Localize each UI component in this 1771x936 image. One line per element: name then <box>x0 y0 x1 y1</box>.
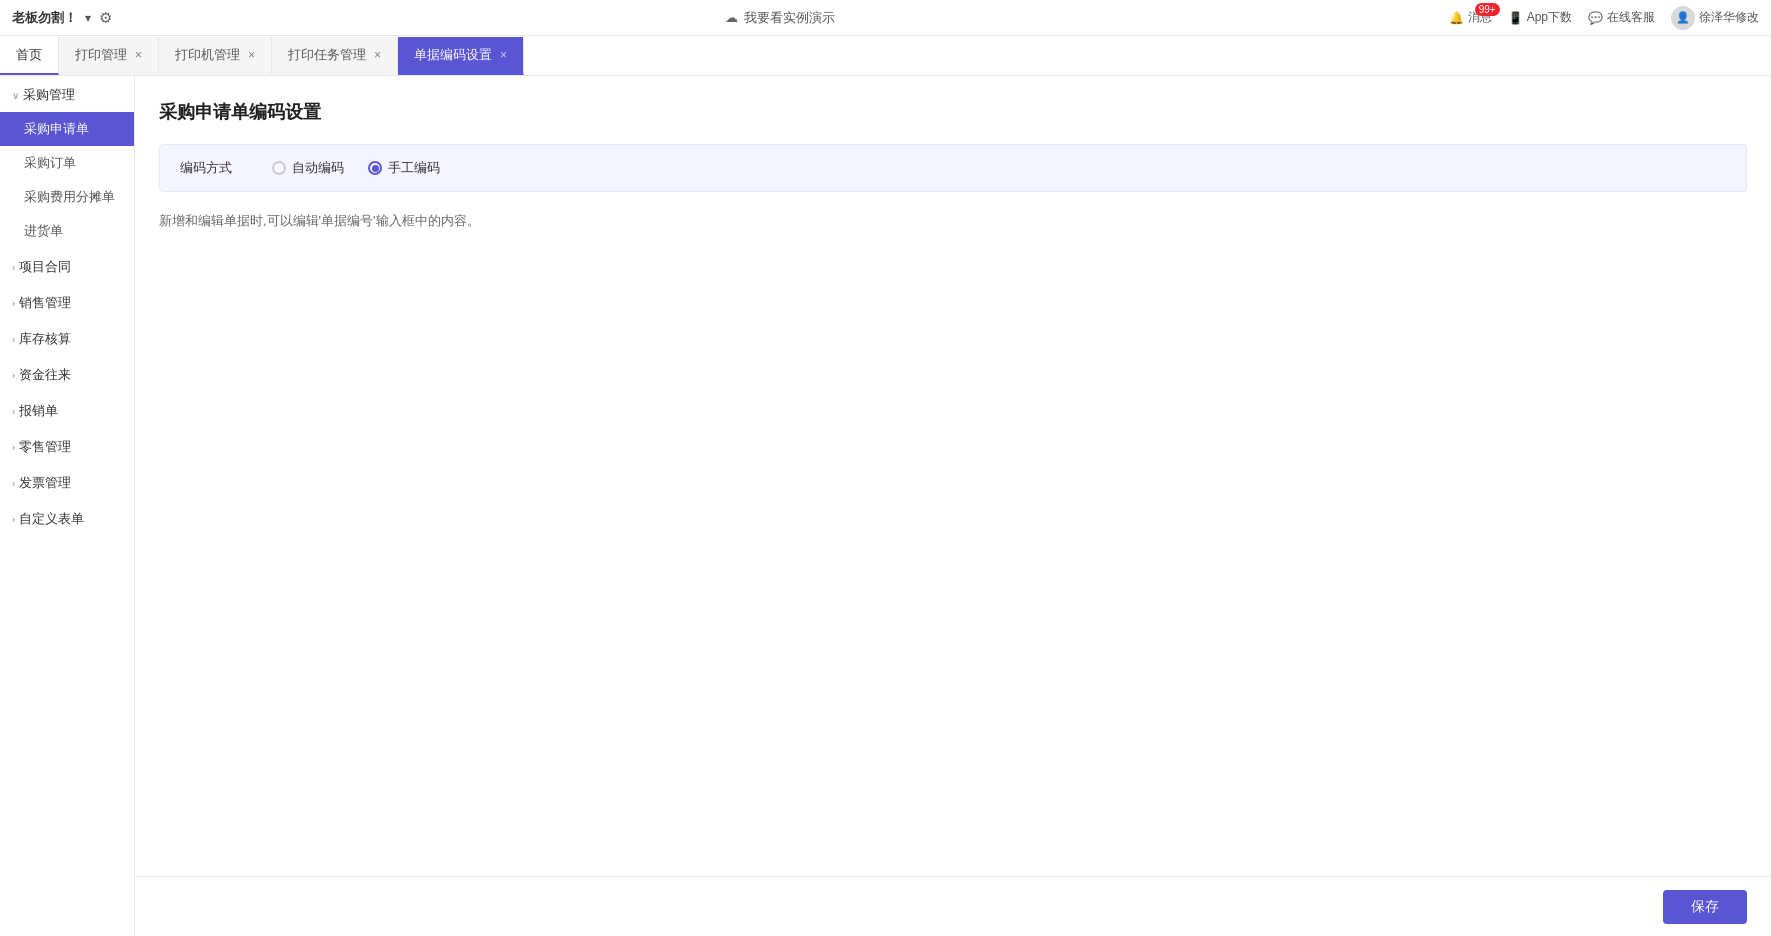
tab-print-task[interactable]: 打印任务管理 × <box>272 37 398 75</box>
tab-home[interactable]: 首页 <box>0 37 59 75</box>
arrow-icon-purchase-mgmt: ∨ <box>12 90 19 101</box>
encoding-section: 编码方式 自动编码 手工编码 <box>159 144 1747 192</box>
arrow-icon-fund-flow: › <box>12 370 15 381</box>
online-service-btn[interactable]: 💬 在线客服 <box>1588 9 1655 26</box>
sidebar-group-label-refund: 报销单 <box>19 402 58 420</box>
user-name: 徐泽华修改 <box>1699 9 1759 26</box>
sidebar-group-label-invoice-mgmt: 发票管理 <box>19 474 71 492</box>
sidebar-item-purchase-order[interactable]: 采购订单 <box>0 146 134 180</box>
sidebar-group-label-custom-form: 自定义表单 <box>19 510 84 528</box>
dropdown-arrow: ▾ <box>85 11 91 25</box>
sidebar-item-stock-in[interactable]: 进货单 <box>0 214 134 248</box>
arrow-icon-custom-form: › <box>12 514 15 525</box>
tab-close-print-mgmt[interactable]: × <box>135 48 142 62</box>
sidebar-group-label-inventory-calc: 库存核算 <box>19 330 71 348</box>
tab-close-print-task[interactable]: × <box>374 48 381 62</box>
top-bar: 老板勿割！ ▾ ⚙ ☁ 我要看实例演示 🔔 消息 99+ 📱 App下数 💬 在… <box>0 0 1771 36</box>
sidebar-group-custom-form: › 自定义表单 <box>0 500 134 536</box>
sidebar-group-header-sales-mgmt[interactable]: › 销售管理 <box>0 284 134 320</box>
tab-printer-mgmt[interactable]: 打印机管理 × <box>159 37 272 75</box>
tab-label-home: 首页 <box>16 46 42 64</box>
main-layout: ∨采购管理采购申请单采购订单采购费用分摊单进货单›项目合同›销售管理›库存核算›… <box>0 76 1771 936</box>
arrow-icon-invoice-mgmt: › <box>12 478 15 489</box>
manual-code-radio-circle <box>368 161 382 175</box>
sidebar-item-purchase-request[interactable]: 采购申请单 <box>0 112 134 146</box>
sidebar-group-sales-mgmt: › 销售管理 <box>0 284 134 320</box>
sidebar-group-label-purchase-mgmt: 采购管理 <box>23 86 75 104</box>
page-title: 采购申请单编码设置 <box>159 100 1747 124</box>
top-bar-right: 🔔 消息 99+ 📱 App下数 💬 在线客服 👤 徐泽华修改 <box>1449 6 1759 30</box>
sidebar-group-label-sales-mgmt: 销售管理 <box>19 294 71 312</box>
tab-label-voucher-code: 单据编码设置 <box>414 46 492 64</box>
sidebar: ∨采购管理采购申请单采购订单采购费用分摊单进货单›项目合同›销售管理›库存核算›… <box>0 76 135 936</box>
dropdown-toggle[interactable]: ▾ <box>85 11 91 25</box>
sidebar-group-label-project-contract: 项目合同 <box>19 258 71 276</box>
auto-code-label: 自动编码 <box>292 159 344 177</box>
hint-text: 新增和编辑单据时,可以编辑'单据编号'输入框中的内容。 <box>159 212 1747 230</box>
logo: 老板勿割！ <box>12 9 77 27</box>
content-inner: 采购申请单编码设置 编码方式 自动编码 手工编码 新增和编辑单据时,可以编辑'单… <box>135 76 1771 876</box>
content-area: 采购申请单编码设置 编码方式 自动编码 手工编码 新增和编辑单据时,可以编辑'单… <box>135 76 1771 936</box>
sidebar-group-fund-flow: › 资金往来 <box>0 356 134 392</box>
service-icon: 💬 <box>1588 11 1603 25</box>
sidebar-item-purchase-expense[interactable]: 采购费用分摊单 <box>0 180 134 214</box>
tab-bar: 首页 打印管理 × 打印机管理 × 打印任务管理 × 单据编码设置 × <box>0 36 1771 76</box>
sidebar-group-label-retail-mgmt: 零售管理 <box>19 438 71 456</box>
sidebar-group-inventory-calc: › 库存核算 <box>0 320 134 356</box>
manual-code-label: 手工编码 <box>388 159 440 177</box>
cloud-icon: ☁ <box>725 10 738 25</box>
sidebar-group-purchase-mgmt: ∨ 采购管理采购申请单采购订单采购费用分摊单进货单 <box>0 76 134 248</box>
tab-label-print-mgmt: 打印管理 <box>75 46 127 64</box>
arrow-icon-sales-mgmt: › <box>12 298 15 309</box>
arrow-icon-project-contract: › <box>12 262 15 273</box>
top-bar-left: 老板勿割！ ▾ ⚙ <box>12 9 112 27</box>
sidebar-group-header-refund[interactable]: › 报销单 <box>0 392 134 428</box>
arrow-icon-refund: › <box>12 406 15 417</box>
sidebar-group-header-retail-mgmt[interactable]: › 零售管理 <box>0 428 134 464</box>
user-avatar-btn[interactable]: 👤 徐泽华修改 <box>1671 6 1759 30</box>
tab-close-printer-mgmt[interactable]: × <box>248 48 255 62</box>
auto-code-radio[interactable]: 自动编码 <box>272 159 344 177</box>
tab-label-print-task: 打印任务管理 <box>288 46 366 64</box>
sidebar-group-header-project-contract[interactable]: › 项目合同 <box>0 248 134 284</box>
radio-group: 自动编码 手工编码 <box>272 159 440 177</box>
encoding-label: 编码方式 <box>180 159 232 177</box>
tab-print-mgmt[interactable]: 打印管理 × <box>59 37 159 75</box>
app-label: App下数 <box>1527 9 1572 26</box>
manual-code-radio[interactable]: 手工编码 <box>368 159 440 177</box>
message-badge: 99+ <box>1475 3 1500 16</box>
service-label: 在线客服 <box>1607 9 1655 26</box>
bell-icon: 🔔 <box>1449 11 1464 25</box>
settings-icon[interactable]: ⚙ <box>99 9 112 27</box>
arrow-icon-retail-mgmt: › <box>12 442 15 453</box>
sidebar-group-retail-mgmt: › 零售管理 <box>0 428 134 464</box>
phone-icon: 📱 <box>1508 11 1523 25</box>
sidebar-group-header-custom-form[interactable]: › 自定义表单 <box>0 500 134 536</box>
sidebar-group-header-fund-flow[interactable]: › 资金往来 <box>0 356 134 392</box>
sidebar-group-header-purchase-mgmt[interactable]: ∨ 采购管理 <box>0 76 134 112</box>
arrow-icon-inventory-calc: › <box>12 334 15 345</box>
sidebar-group-header-inventory-calc[interactable]: › 库存核算 <box>0 320 134 356</box>
sidebar-group-project-contract: › 项目合同 <box>0 248 134 284</box>
top-bar-center: ☁ 我要看实例演示 <box>725 9 835 27</box>
sidebar-group-header-invoice-mgmt[interactable]: › 发票管理 <box>0 464 134 500</box>
message-btn[interactable]: 🔔 消息 99+ <box>1449 9 1492 26</box>
sidebar-group-refund: › 报销单 <box>0 392 134 428</box>
tab-close-voucher-code[interactable]: × <box>500 48 507 62</box>
save-button[interactable]: 保存 <box>1663 890 1747 924</box>
demo-link[interactable]: 我要看实例演示 <box>744 9 835 27</box>
sidebar-group-invoice-mgmt: › 发票管理 <box>0 464 134 500</box>
app-download-btn[interactable]: 📱 App下数 <box>1508 9 1572 26</box>
avatar: 👤 <box>1671 6 1695 30</box>
auto-code-radio-circle <box>272 161 286 175</box>
tab-voucher-code[interactable]: 单据编码设置 × <box>398 37 524 75</box>
sidebar-group-label-fund-flow: 资金往来 <box>19 366 71 384</box>
content-footer: 保存 <box>135 876 1771 936</box>
tab-label-printer-mgmt: 打印机管理 <box>175 46 240 64</box>
